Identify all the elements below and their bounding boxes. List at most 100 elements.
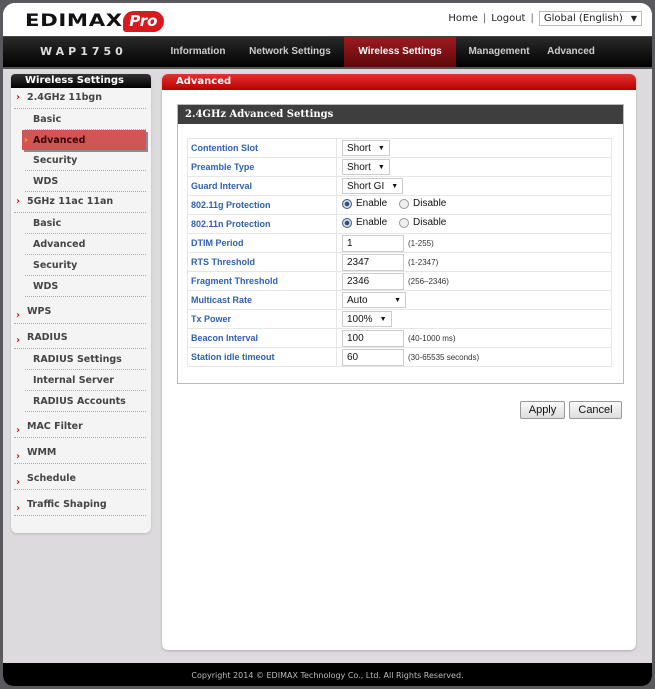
nav-information[interactable]: Information bbox=[155, 37, 241, 67]
multicast-rate-select[interactable]: Auto ▼ bbox=[342, 292, 406, 308]
nav-management[interactable]: Management bbox=[461, 37, 537, 67]
sidebar-sub-radius-accounts[interactable]: RADIUS Accounts bbox=[25, 391, 146, 412]
dtim-period-label: DTIM Period bbox=[187, 233, 337, 253]
beacon-interval-hint: (40-1000 ms) bbox=[408, 333, 456, 343]
rts-threshold-label: RTS Threshold bbox=[187, 252, 337, 272]
model-name: WAP1750 bbox=[40, 45, 127, 58]
chevron-down-icon: ▼ bbox=[394, 296, 401, 304]
row-fragment-threshold: Fragment Threshold 2346 (256–2346) bbox=[187, 271, 612, 291]
radio-selected-icon bbox=[342, 217, 352, 228]
rts-threshold-hint: (1-2347) bbox=[408, 257, 439, 267]
guard-interval-label: Guard Interval bbox=[187, 176, 337, 196]
nav-network-settings[interactable]: Network Settings bbox=[243, 37, 337, 67]
top-links: Home | Logout | Global (English) ▼ bbox=[448, 11, 642, 26]
dtim-period-input[interactable]: 1 bbox=[342, 234, 404, 252]
logo-badge: Pro bbox=[123, 10, 165, 32]
fragment-threshold-input[interactable]: 2346 bbox=[342, 272, 404, 290]
dtim-period-hint: (1-255) bbox=[408, 238, 434, 248]
edimax-logo: EDIMAX Pro bbox=[25, 9, 165, 33]
main-content: Advanced 2.4GHz Advanced Settings Conten… bbox=[162, 74, 636, 650]
apply-button[interactable]: Apply bbox=[520, 401, 565, 419]
app-window: EDIMAX Pro Home | Logout | Global (Engli… bbox=[3, 3, 652, 686]
row-guard-interval: Guard Interval Short GI ▼ bbox=[187, 176, 612, 196]
chevron-down-icon: ▼ bbox=[391, 182, 399, 190]
nav-wireless-settings[interactable]: Wireless Settings bbox=[344, 37, 456, 67]
sidebar-sub-2-4-security[interactable]: Security bbox=[25, 150, 146, 171]
chevron-down-icon: ▼ bbox=[630, 14, 637, 23]
radio-selected-icon bbox=[342, 198, 352, 209]
page-title: Advanced bbox=[162, 74, 636, 90]
sidebar-item-traffic-shaping[interactable]: › Traffic Shaping bbox=[14, 490, 146, 516]
tx-power-select[interactable]: 100% ▼ bbox=[342, 311, 392, 327]
nav-advanced[interactable]: Advanced bbox=[541, 37, 601, 67]
separator: | bbox=[530, 13, 534, 24]
radio-unselected-icon bbox=[399, 198, 410, 209]
contention-slot-label: Contention Slot bbox=[187, 138, 337, 158]
row-beacon-interval: Beacon Interval 100 (40-1000 ms) bbox=[187, 328, 612, 348]
logo-text: EDIMAX bbox=[25, 11, 123, 31]
sidebar-sub-5-basic[interactable]: Basic bbox=[25, 213, 146, 234]
sidebar-sub-2-4-wds[interactable]: WDS bbox=[25, 171, 146, 192]
sidebar-item-wps[interactable]: › WPS bbox=[14, 297, 146, 324]
sidebar-title: Wireless Settings bbox=[11, 74, 151, 88]
beacon-interval-label: Beacon Interval bbox=[187, 328, 337, 348]
sidebar-item-schedule[interactable]: › Schedule bbox=[14, 464, 146, 490]
sidebar-sub-5-advanced[interactable]: Advanced bbox=[25, 234, 146, 255]
sidebar-sub-radius-settings[interactable]: RADIUS Settings bbox=[25, 349, 146, 370]
chevron-right-icon: › bbox=[16, 196, 21, 207]
n-protection-disable-radio[interactable]: Disable bbox=[399, 217, 446, 228]
sidebar-item-radius[interactable]: › RADIUS bbox=[14, 324, 146, 349]
preamble-type-label: Preamble Type bbox=[187, 157, 337, 177]
fragment-threshold-hint: (256–2346) bbox=[408, 276, 449, 286]
beacon-interval-input[interactable]: 100 bbox=[342, 329, 404, 347]
station-idle-timeout-hint: (30-65535 seconds) bbox=[408, 352, 480, 362]
main-nav: WAP1750 Information Network Settings Wir… bbox=[3, 36, 652, 69]
n-protection-label: 802.11n Protection bbox=[187, 214, 337, 234]
home-link[interactable]: Home bbox=[448, 13, 478, 24]
rts-threshold-input[interactable]: 2347 bbox=[342, 253, 404, 271]
sidebar-sub-2-4-advanced[interactable]: › Advanced bbox=[22, 130, 146, 150]
row-station-idle-timeout: Station idle timeout 60 (30-65535 seconds… bbox=[187, 347, 612, 367]
row-g-protection: 802.11g Protection Enable Disable bbox=[187, 195, 612, 215]
preamble-type-select[interactable]: Short ▼ bbox=[342, 159, 390, 175]
language-select[interactable]: Global (English) ▼ bbox=[538, 11, 642, 26]
guard-interval-select[interactable]: Short GI ▼ bbox=[342, 178, 404, 194]
row-contention-slot: Contention Slot Short ▼ bbox=[187, 138, 612, 158]
footer: Copyright 2014 © EDIMAX Technology Co., … bbox=[3, 663, 652, 686]
g-protection-label: 802.11g Protection bbox=[187, 195, 337, 215]
fragment-threshold-label: Fragment Threshold bbox=[187, 271, 337, 291]
sidebar-item-wmm[interactable]: › WMM bbox=[14, 438, 146, 464]
tx-power-label: Tx Power bbox=[187, 309, 337, 329]
separator: | bbox=[482, 13, 487, 24]
radio-unselected-icon bbox=[399, 217, 410, 228]
panel-title: 2.4GHz Advanced Settings bbox=[178, 105, 623, 124]
chevron-right-icon: › bbox=[16, 503, 21, 514]
sidebar-item-2-4ghz[interactable]: › 2.4GHz 11bgn bbox=[14, 88, 146, 109]
g-protection-enable-radio[interactable]: Enable bbox=[342, 198, 387, 209]
sidebar-sub-internal-server[interactable]: Internal Server bbox=[25, 370, 146, 391]
chevron-down-icon: ▼ bbox=[377, 144, 385, 152]
chevron-right-icon: › bbox=[24, 135, 28, 146]
cancel-button[interactable]: Cancel bbox=[569, 401, 622, 419]
sidebar-sub-5-wds[interactable]: WDS bbox=[25, 276, 146, 297]
sidebar-sub-2-4-basic[interactable]: Basic bbox=[25, 109, 146, 130]
chevron-right-icon: › bbox=[16, 92, 21, 103]
row-tx-power: Tx Power 100% ▼ bbox=[187, 309, 612, 329]
settings-table: Contention Slot Short ▼ Preamble Type Sho… bbox=[187, 138, 612, 367]
row-n-protection: 802.11n Protection Enable Disable bbox=[187, 214, 612, 234]
sidebar-item-5ghz[interactable]: › 5GHz 11ac 11an bbox=[14, 192, 146, 213]
chevron-down-icon: ▼ bbox=[379, 315, 387, 323]
n-protection-enable-radio[interactable]: Enable bbox=[342, 217, 387, 228]
station-idle-timeout-label: Station idle timeout bbox=[187, 347, 337, 367]
chevron-down-icon: ▼ bbox=[377, 163, 385, 171]
sidebar-item-mac-filter[interactable]: › MAC Filter bbox=[14, 412, 146, 438]
g-protection-disable-radio[interactable]: Disable bbox=[399, 198, 446, 209]
language-value: Global (English) bbox=[543, 13, 623, 24]
multicast-rate-label: Multicast Rate bbox=[187, 290, 337, 310]
contention-slot-select[interactable]: Short ▼ bbox=[342, 140, 390, 156]
sidebar-sub-5-security[interactable]: Security bbox=[25, 255, 146, 276]
row-rts-threshold: RTS Threshold 2347 (1-2347) bbox=[187, 252, 612, 272]
station-idle-timeout-input[interactable]: 60 bbox=[342, 348, 404, 366]
row-multicast-rate: Multicast Rate Auto ▼ bbox=[187, 290, 612, 310]
logout-link[interactable]: Logout bbox=[491, 13, 525, 24]
